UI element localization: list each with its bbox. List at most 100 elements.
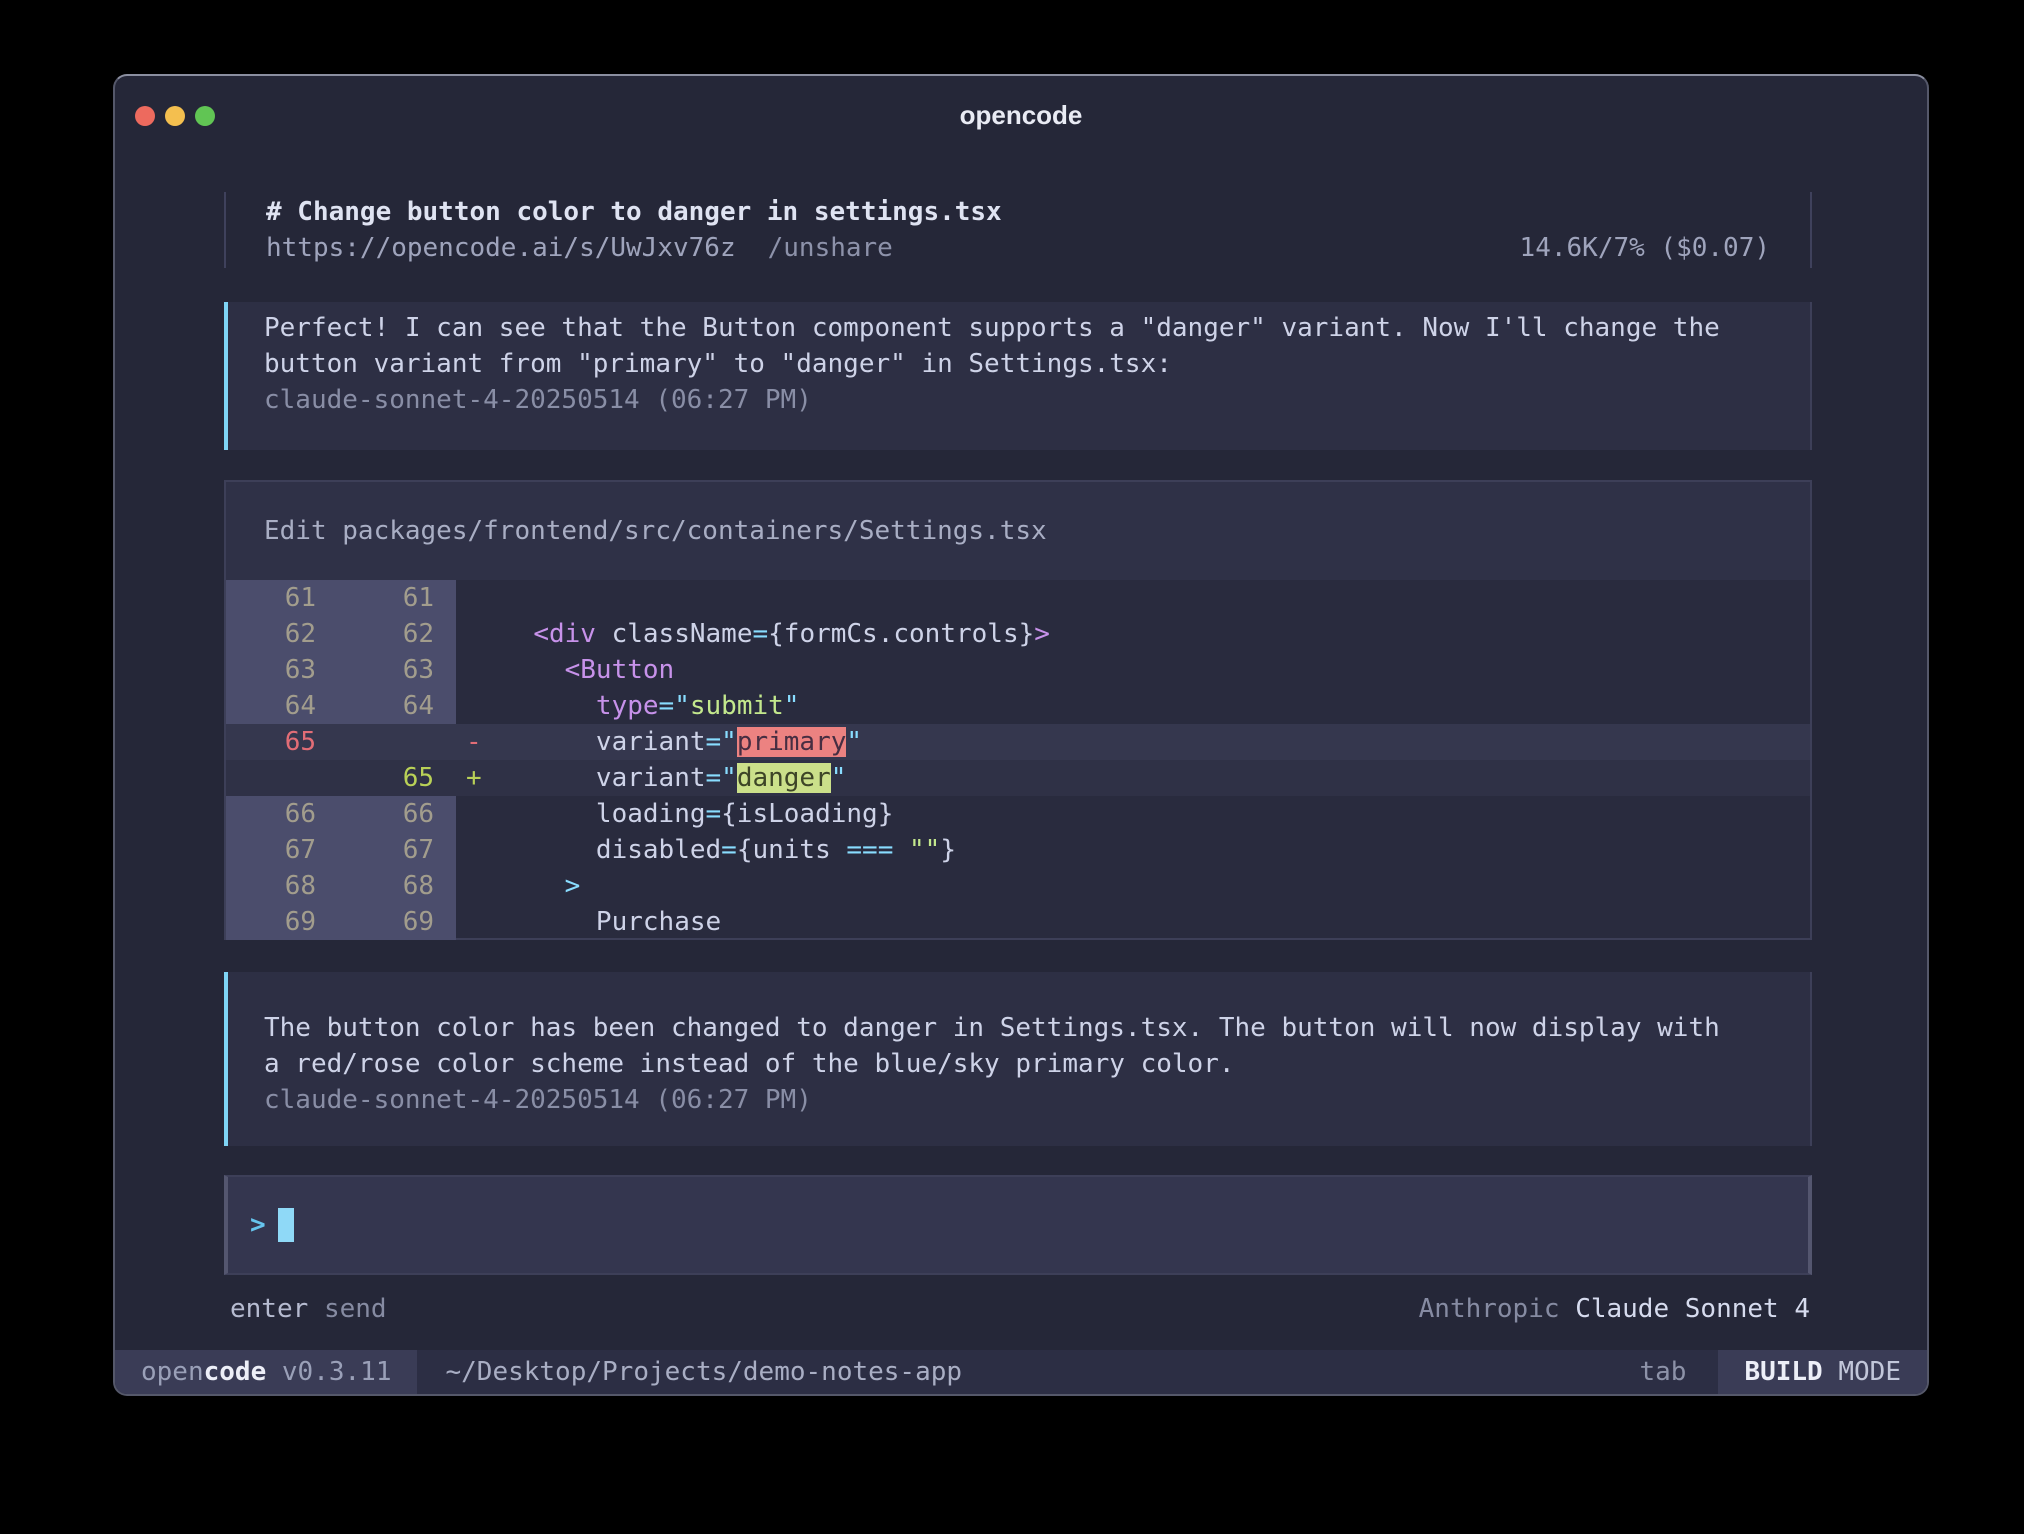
line-number-new: 62 (338, 616, 456, 652)
mode-segment[interactable]: BUILD MODE (1718, 1350, 1927, 1394)
prompt-symbol: > (250, 1210, 266, 1240)
share-url-link[interactable]: https://opencode.ai/s/UwJxv76z (266, 230, 736, 266)
line-number-old: 68 (226, 868, 338, 904)
diff-row: 65 - variant="primary" (226, 724, 1810, 760)
model-indicator: Anthropic Claude Sonnet 4 (1419, 1291, 1810, 1327)
diff-gutter: 6868 (226, 868, 456, 904)
code-line: disabled={units === ""} (502, 832, 1810, 868)
line-number-new: 65 (338, 760, 456, 796)
app-name-code: code (204, 1357, 267, 1387)
provider-label: Anthropic (1419, 1294, 1576, 1324)
code-line: <div className={formCs.controls}> (502, 616, 1810, 652)
diff-row: 6969 Purchase (226, 904, 1810, 940)
send-action-label: send (324, 1294, 387, 1324)
line-number-new: 61 (338, 580, 456, 616)
diff-change-marker (456, 652, 502, 688)
line-number-new: 66 (338, 796, 456, 832)
send-hint: enter send (230, 1291, 387, 1327)
line-number-old (226, 760, 338, 796)
diff-gutter: 6262 (226, 616, 456, 652)
code-line: variant="danger" (502, 760, 1810, 796)
diff-row: 65+ variant="danger" (226, 760, 1810, 796)
diff-gutter: 6666 (226, 796, 456, 832)
send-action-label (308, 1294, 324, 1324)
session-header: # Change button color to danger in setti… (224, 192, 1812, 268)
line-number-old: 62 (226, 616, 338, 652)
text-cursor (278, 1208, 294, 1242)
code-line: > (502, 868, 1810, 904)
code-line: <Button (502, 652, 1810, 688)
diff-row: 6363 <Button (226, 652, 1810, 688)
diff-row: 6262 <div className={formCs.controls}> (226, 616, 1810, 652)
message-model-meta: claude-sonnet-4-20250514 (06:27 PM) (264, 382, 1774, 418)
status-bar: opencode v0.3.11 ~/Desktop/Projects/demo… (115, 1350, 1927, 1394)
line-number-old: 69 (226, 904, 338, 940)
unshare-command[interactable]: /unshare (768, 230, 893, 266)
edit-tool-title: Edit packages/frontend/src/containers/Se… (226, 482, 1810, 580)
assistant-message: The button color has been changed to dan… (224, 972, 1812, 1146)
window-titlebar: opencode (115, 76, 1927, 146)
diff-change-marker (456, 616, 502, 652)
app-version: v0.3.11 (266, 1357, 391, 1387)
line-number-old: 61 (226, 580, 338, 616)
diff-gutter: 6464 (226, 688, 456, 724)
line-number-new (338, 724, 456, 760)
diff-change-marker (456, 580, 502, 616)
line-number-old: 63 (226, 652, 338, 688)
diff-view: 61616262 <div className={formCs.controls… (226, 580, 1810, 940)
app-version-segment: opencode v0.3.11 (115, 1350, 417, 1394)
line-number-old: 64 (226, 688, 338, 724)
diff-row: 6666 loading={isLoading} (226, 796, 1810, 832)
working-directory: ~/Desktop/Projects/demo-notes-app (445, 1350, 962, 1394)
window-title: opencode (115, 100, 1927, 131)
diff-gutter: 6767 (226, 832, 456, 868)
diff-row: 6161 (226, 580, 1810, 616)
mode-suffix: MODE (1823, 1357, 1901, 1387)
code-line (502, 580, 1810, 616)
diff-change-marker (456, 832, 502, 868)
line-number-old: 67 (226, 832, 338, 868)
line-number-new: 68 (338, 868, 456, 904)
prompt-input[interactable]: > (224, 1175, 1812, 1275)
message-model-meta: claude-sonnet-4-20250514 (06:27 PM) (264, 1082, 1774, 1118)
diff-row: 6868 > (226, 868, 1810, 904)
mode-name: BUILD (1744, 1357, 1822, 1387)
diff-gutter: 65 (226, 760, 456, 796)
message-text-line: a red/rose color scheme instead of the b… (264, 1046, 1774, 1082)
diff-change-marker (456, 796, 502, 832)
opencode-window: opencode # Change button color to danger… (113, 74, 1929, 1396)
diff-change-marker: + (456, 760, 502, 796)
diff-gutter: 6363 (226, 652, 456, 688)
diff-change-marker (456, 904, 502, 940)
diff-change-marker: - (456, 724, 502, 760)
model-label: Claude Sonnet 4 (1575, 1294, 1810, 1324)
message-text-line: The button color has been changed to dan… (264, 1010, 1774, 1046)
code-line: type="submit" (502, 688, 1810, 724)
assistant-message: Perfect! I can see that the Button compo… (224, 302, 1812, 450)
line-number-new: 67 (338, 832, 456, 868)
code-line: loading={isLoading} (502, 796, 1810, 832)
edit-tool-block: Edit packages/frontend/src/containers/Se… (224, 480, 1812, 940)
message-text-line: button variant from "primary" to "danger… (264, 346, 1774, 382)
tab-key-hint: tab (1639, 1350, 1686, 1394)
message-text-line: Perfect! I can see that the Button compo… (264, 310, 1774, 346)
code-line: Purchase (502, 904, 1810, 940)
diff-gutter: 65 (226, 724, 456, 760)
context-usage-stats: 14.6K/7% ($0.07) (1520, 230, 1770, 266)
line-number-old: 65 (226, 724, 338, 760)
diff-gutter: 6161 (226, 580, 456, 616)
diff-row: 6464 type="submit" (226, 688, 1810, 724)
diff-gutter: 6969 (226, 904, 456, 940)
app-name-open: open (141, 1357, 204, 1387)
diff-change-marker (456, 688, 502, 724)
code-line: variant="primary" (502, 724, 1810, 760)
line-number-new: 63 (338, 652, 456, 688)
line-number-new: 69 (338, 904, 456, 940)
diff-change-marker (456, 868, 502, 904)
line-number-new: 64 (338, 688, 456, 724)
enter-key-hint: enter (230, 1294, 308, 1324)
hints-row: enter send Anthropic Claude Sonnet 4 (224, 1291, 1812, 1327)
session-title: # Change button color to danger in setti… (266, 194, 1770, 230)
line-number-old: 66 (226, 796, 338, 832)
diff-row: 6767 disabled={units === ""} (226, 832, 1810, 868)
